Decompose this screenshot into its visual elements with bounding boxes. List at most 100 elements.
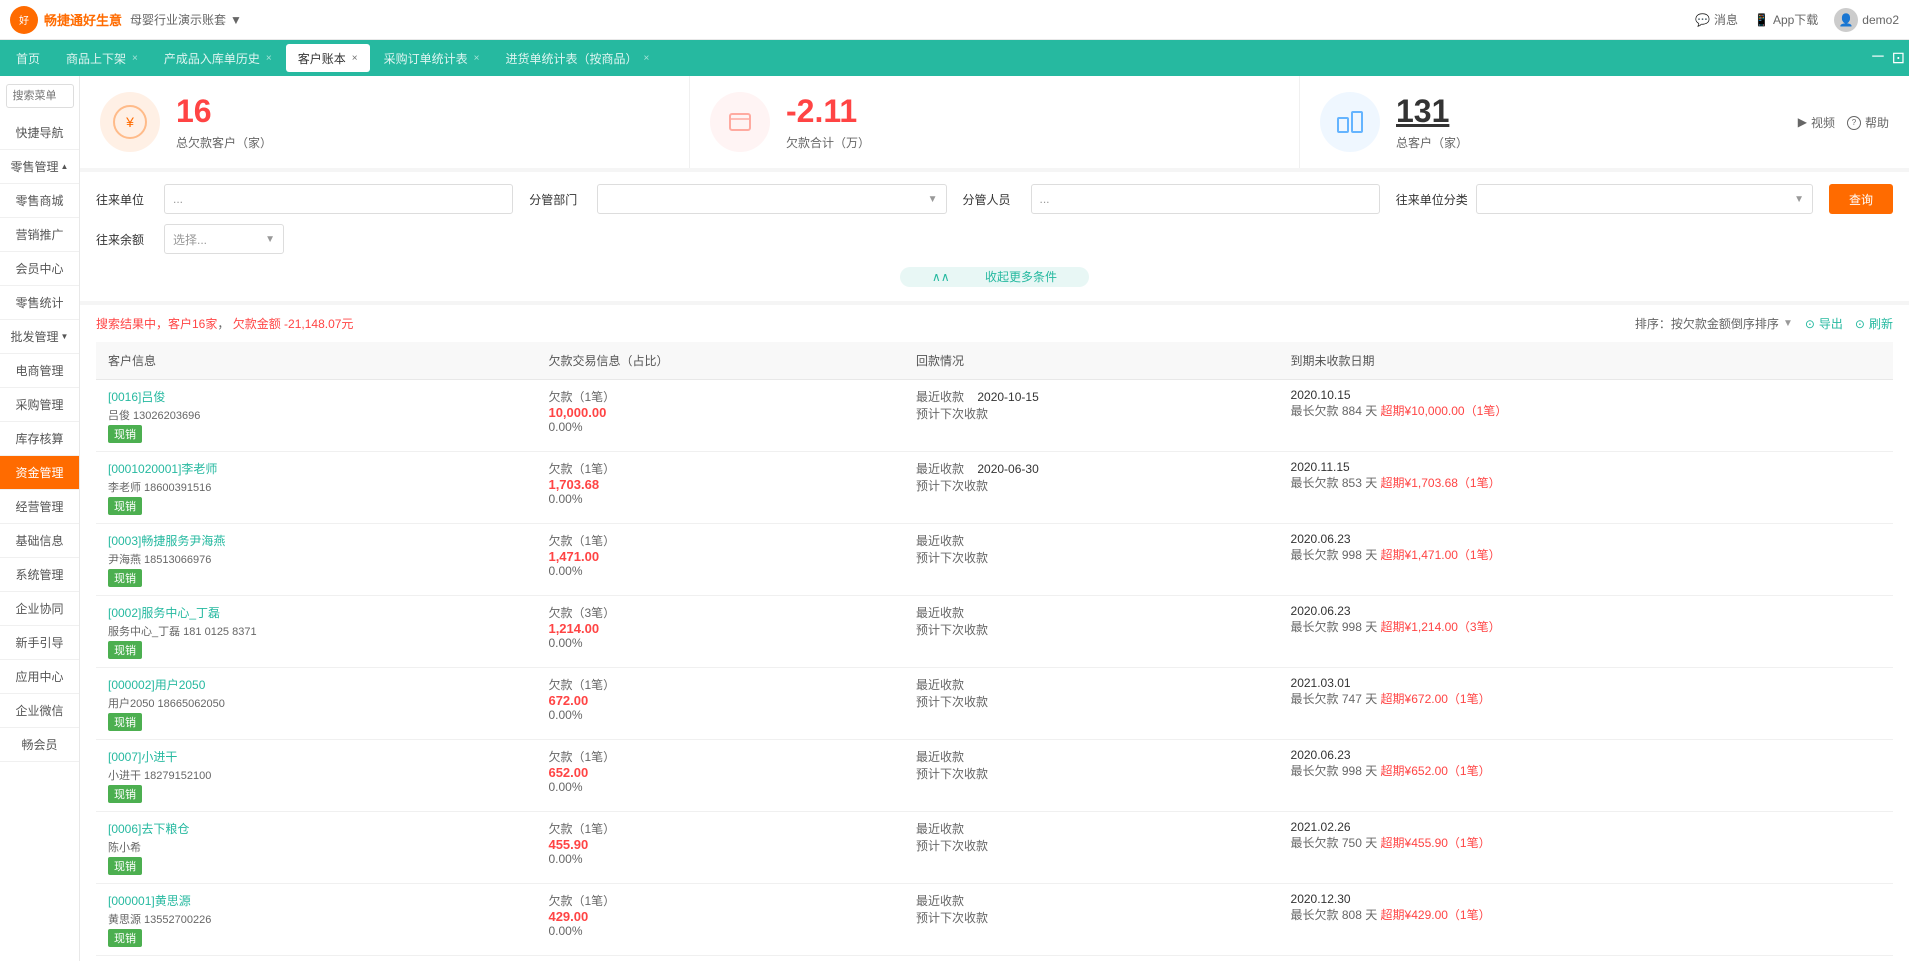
sidebar-item-ecommerce[interactable]: 电商管理 <box>0 354 79 388</box>
logo-text: 畅捷通好生意 <box>44 10 122 29</box>
app-download-btn[interactable]: 📱 App下载 <box>1754 11 1818 28</box>
search-input[interactable] <box>6 84 74 108</box>
source-unit-input[interactable]: ... <box>164 184 513 214</box>
sidebar-item-vip[interactable]: 畅会员 <box>0 728 79 762</box>
customer-name[interactable]: [0001020001]李老师 <box>108 460 524 477</box>
debt-amount[interactable]: 455.90 <box>548 837 892 852</box>
help-btn[interactable]: ? 帮助 <box>1847 114 1889 131</box>
query-button[interactable]: 查询 <box>1829 184 1893 214</box>
debt-count: 欠款（1笔） <box>548 532 892 549</box>
sidebar-item-quicknav[interactable]: 快捷导航 <box>0 116 79 150</box>
debt-amount[interactable]: 652.00 <box>548 765 892 780</box>
debt-amount[interactable]: 1,703.68 <box>548 477 892 492</box>
overdue-days: 最长欠款 998 天 <box>1291 548 1381 562</box>
sidebar-item-retail-stats[interactable]: 零售统计 <box>0 286 79 320</box>
debt-pct: 0.00% <box>548 780 892 794</box>
tab-products[interactable]: 商品上下架 × <box>54 44 150 72</box>
debt-amount[interactable]: 1,471.00 <box>548 549 892 564</box>
overdue-amount[interactable]: 超期¥672.00（1笔） <box>1381 692 1491 706</box>
customer-name[interactable]: [0002]服务中心_丁磊 <box>108 604 524 621</box>
customer-cell: [0001020001]李老师 李老师 18600391516 现销 <box>96 452 536 524</box>
refresh-btn[interactable]: ⊙ 刷新 <box>1855 315 1893 332</box>
sidebar-item-finance[interactable]: 资金管理 <box>0 456 79 490</box>
tab-production-close[interactable]: × <box>266 53 272 64</box>
tab-instock-close[interactable]: × <box>643 53 649 64</box>
overdue-amount[interactable]: 超期¥429.00（1笔） <box>1381 908 1491 922</box>
customer-tag: 现销 <box>108 857 142 875</box>
overdue-amount[interactable]: 超期¥1,471.00（1笔） <box>1381 548 1501 562</box>
sidebar-item-warehouse[interactable]: 库存核算 <box>0 422 79 456</box>
collapse-row[interactable]: ∧∧ 收起更多条件 <box>96 264 1893 289</box>
store-selector[interactable]: 母婴行业演示账套 ▼ <box>130 11 242 28</box>
category-select[interactable]: ▼ <box>1476 184 1813 214</box>
sidebar-item-purchase[interactable]: 采购管理 <box>0 388 79 422</box>
tab-purchase-close[interactable]: × <box>474 53 480 64</box>
view-video-btn[interactable]: ▶ 视频 <box>1798 114 1835 131</box>
sidebar-item-member[interactable]: 会员中心 <box>0 252 79 286</box>
minimize-btn[interactable]: ─ <box>1872 48 1883 68</box>
customer-contact: 陈小希 <box>108 839 524 855</box>
tab-customer-close[interactable]: × <box>352 53 358 64</box>
debt-amount[interactable]: 1,214.00 <box>548 621 892 636</box>
customer-name[interactable]: [000001]黄思源 <box>108 892 524 909</box>
sidebar-item-retail[interactable]: 零售管理 ▲ <box>0 150 79 184</box>
customer-name[interactable]: [0007]小进干 <box>108 748 524 765</box>
balance-select[interactable]: 选择... ▼ <box>164 224 284 254</box>
customer-contact: 黄思源 13552700226 <box>108 911 524 927</box>
tab-instock[interactable]: 进货单统计表（按商品） × <box>493 44 661 72</box>
stat-card-debt-total: -2.11 欠款合计（万） <box>690 76 1300 168</box>
export-btn[interactable]: ⊙ 导出 <box>1805 315 1843 332</box>
stat-card2-content: -2.11 欠款合计（万） <box>786 93 870 151</box>
tab-customer[interactable]: 客户账本 × <box>286 44 370 72</box>
tab-purchase[interactable]: 采购订单统计表 × <box>372 44 492 72</box>
tab-home[interactable]: 首页 <box>4 44 52 72</box>
collection-cell: 最近收款 2020-06-30 预计下次收款 <box>904 452 1279 524</box>
person-input[interactable]: ... <box>1031 184 1380 214</box>
sidebar-item-wechat[interactable]: 企业微信 <box>0 694 79 728</box>
customer-tag: 现销 <box>108 641 142 659</box>
sidebar-item-batch[interactable]: 批发管理 ▼ <box>0 320 79 354</box>
next-collection-label: 预计下次收款 <box>916 621 1267 638</box>
next-collection-label: 预计下次收款 <box>916 837 1267 854</box>
customer-name[interactable]: [0006]去下粮仓 <box>108 820 524 837</box>
sidebar-item-newguide[interactable]: 新手引导 <box>0 626 79 660</box>
overdue-amount[interactable]: 超期¥455.90（1笔） <box>1381 836 1491 850</box>
customer-tag: 现销 <box>108 929 142 947</box>
sidebar-item-system[interactable]: 系统管理 <box>0 558 79 592</box>
overdue-amount[interactable]: 超期¥1,703.68（1笔） <box>1381 476 1501 490</box>
debt-amount[interactable]: 672.00 <box>548 693 892 708</box>
customer-name[interactable]: [0016]吕俊 <box>108 388 524 405</box>
app-label: App下载 <box>1773 11 1818 28</box>
sort-select[interactable]: 排序：按欠款金额倒序排序 ▼ <box>1635 315 1793 332</box>
table-row: [0006]去下粮仓 陈小希 现销 欠款（1笔） 455.90 0.00% 最近… <box>96 812 1893 884</box>
overdue-amount[interactable]: 超期¥10,000.00（1笔） <box>1381 404 1508 418</box>
sidebar-item-operations[interactable]: 经营管理 <box>0 490 79 524</box>
sidebar-item-enterprise[interactable]: 企业协同 <box>0 592 79 626</box>
tab-products-close[interactable]: × <box>132 53 138 64</box>
dept-select[interactable]: ▼ <box>597 184 946 214</box>
debt-amount[interactable]: 10,000.00 <box>548 405 892 420</box>
overdue-amount[interactable]: 超期¥652.00（1笔） <box>1381 764 1491 778</box>
maximize-btn[interactable]: ⊡ <box>1892 48 1905 68</box>
due-date: 2021.03.01 <box>1291 676 1881 690</box>
sidebar-item-retail-mall[interactable]: 零售商城 <box>0 184 79 218</box>
last-collection-label: 最近收款 <box>916 892 1267 909</box>
sidebar-item-basics[interactable]: 基础信息 <box>0 524 79 558</box>
table-row: [0001020001]李老师 李老师 18600391516 现销 欠款（1笔… <box>96 452 1893 524</box>
sidebar-item-marketing[interactable]: 营销推广 <box>0 218 79 252</box>
customer-name[interactable]: [0003]畅捷服务尹海燕 <box>108 532 524 549</box>
message-btn[interactable]: 💬 消息 <box>1695 11 1738 28</box>
svg-text:¥: ¥ <box>125 114 134 130</box>
sidebar-item-apps[interactable]: 应用中心 <box>0 660 79 694</box>
debt-pct: 0.00% <box>548 564 892 578</box>
overdue-amount[interactable]: 超期¥1,214.00（3笔） <box>1381 620 1501 634</box>
user-area[interactable]: 👤 demo2 <box>1834 8 1899 32</box>
debt-amount[interactable]: 429.00 <box>548 909 892 924</box>
sidebar-operations-label: 经营管理 <box>15 500 63 514</box>
tab-production[interactable]: 产成品入库单历史 × <box>152 44 284 72</box>
due-date-cell: 2020.06.23 最长欠款 998 天 超期¥652.00（1笔） <box>1279 740 1893 812</box>
customer-name[interactable]: [000002]用户2050 <box>108 676 524 693</box>
dept-chevron-icon: ▼ <box>928 194 938 205</box>
due-date-cell: 2020.10.15 最长欠款 884 天 超期¥10,000.00（1笔） <box>1279 380 1893 452</box>
message-label: 消息 <box>1714 11 1738 28</box>
